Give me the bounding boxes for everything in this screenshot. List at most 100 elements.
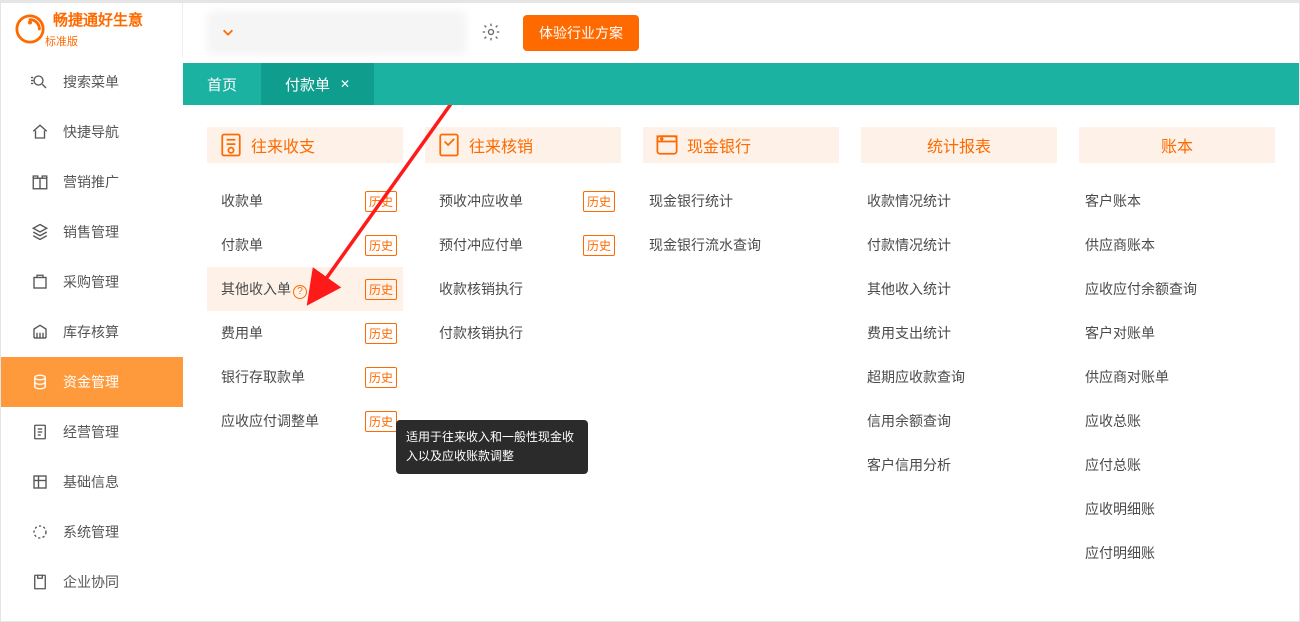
menu-item[interactable]: 供应商对账单 [1079,355,1275,399]
sidebar-item-5[interactable]: 库存核算 [1,307,183,357]
menu-item[interactable]: 银行存取款单历史 [207,355,403,399]
menu-item[interactable]: 应收应付余额查询 [1079,267,1275,311]
menu-item[interactable]: 现金银行统计 [643,179,839,223]
menu-item[interactable]: 供应商账本 [1079,223,1275,267]
panel-title: 账本 [1161,133,1193,157]
menu-item-label: 客户对账单 [1085,323,1155,343]
panel-header: 账本 [1079,127,1275,163]
menu-item[interactable]: 客户账本 [1079,179,1275,223]
menu-item[interactable]: 超期应收款查询 [861,355,1057,399]
sidebar-item-3[interactable]: 销售管理 [1,207,183,257]
menu-item-label: 客户账本 [1085,191,1141,211]
menu-item[interactable]: 应收明细账 [1079,487,1275,531]
sidebar-item-label: 营销推广 [63,172,119,192]
menu-item-label: 付款情况统计 [867,235,951,255]
menu-item[interactable]: 费用支出统计 [861,311,1057,355]
sidebar-item-label: 系统管理 [63,522,119,542]
sidebar-item-10[interactable]: 企业协同 [1,557,183,607]
history-button[interactable]: 历史 [365,323,397,344]
panel-header-icon [435,131,463,164]
sidebar-item-label: 企业协同 [63,572,119,592]
panel-col4: 统计报表收款情况统计付款情况统计其他收入统计费用支出统计超期应收款查询信用余额查… [861,127,1057,607]
panel-col5: 账本客户账本供应商账本应收应付余额查询客户对账单供应商对账单应收总账应付总账应收… [1079,127,1275,607]
menu-item[interactable]: 预付冲应付单历史 [425,223,621,267]
menu-item[interactable]: 收款单 历史 [207,179,403,223]
sidebar-item-label: 经营管理 [63,422,119,442]
menu-item[interactable]: 费用单历史 [207,311,403,355]
history-button[interactable]: 历史 [365,235,397,256]
panel-header-icon [217,131,245,164]
menu-item[interactable]: 信用余额查询 [861,399,1057,443]
close-icon[interactable]: ✕ [340,77,350,91]
menu-item[interactable]: 付款核销执行 [425,311,621,355]
menu-item-label: 应收明细账 [1085,499,1155,519]
menu-item-label: 收款核销执行 [439,279,523,299]
panel-title: 往来收支 [251,133,315,157]
menu-item[interactable]: 预收冲应收单 历史 [425,179,621,223]
sidebar-item-label: 快捷导航 [63,122,119,142]
menu-item[interactable]: 其他收入统计 [861,267,1057,311]
panel-title: 往来核销 [469,133,533,157]
industry-plan-button[interactable]: 体验行业方案 [523,15,639,51]
sidebar-item-label: 库存核算 [63,322,119,342]
panel-header-icon [653,131,681,164]
sidebar-item-6[interactable]: 资金管理 [1,357,183,407]
menu-item[interactable]: 收款情况统计 [861,179,1057,223]
menu-item-label: 供应商账本 [1085,235,1155,255]
tab-label: 首页 [207,74,237,95]
brand-title: 畅捷通好生意 [53,9,143,30]
tab-label: 付款单 [285,74,330,95]
tab-0[interactable]: 首页 [183,63,261,105]
sidebar-item-9[interactable]: 系统管理 [1,507,183,557]
sidebar-item-1[interactable]: 快捷导航 [1,107,183,157]
menu-item[interactable]: 付款情况统计 [861,223,1057,267]
sidebar-item-4[interactable]: 采购管理 [1,257,183,307]
panel-header: 往来核销 [425,127,621,163]
sidebar-item-label: 销售管理 [63,222,119,242]
sidebar-item-0[interactable]: 搜索菜单 [1,57,183,107]
menu-item-label: 其他收入单? [221,279,307,299]
menu-item-label: 预收冲应收单 [439,191,523,211]
menu-item-label: 收款单 [221,191,263,211]
menu-item[interactable]: 其他收入单? 历史 [207,267,403,311]
gear-icon[interactable] [481,22,501,45]
menu-item-label: 其他收入统计 [867,279,951,299]
panel-header: 统计报表 [861,127,1057,163]
menu-item[interactable]: 付款单历史 [207,223,403,267]
sidebar-item-label: 搜索菜单 [63,72,119,92]
menu-item[interactable]: 现金银行流水查询 [643,223,839,267]
panel-header: 现金银行 [643,127,839,163]
history-button[interactable]: 历史 [583,235,615,256]
sidebar-item-2[interactable]: 营销推广 [1,157,183,207]
menu-item[interactable]: 应收应付调整单历史 [207,399,403,443]
menu-item-label: 费用支出统计 [867,323,951,343]
menu-item-label: 超期应收款查询 [867,367,965,387]
history-button[interactable]: 历史 [583,191,615,212]
tab-1[interactable]: 付款单 ✕ [261,63,374,105]
menu-item[interactable]: 客户信用分析 [861,443,1057,487]
history-button[interactable]: 历史 [365,367,397,388]
history-button[interactable]: 历史 [365,191,397,212]
history-button[interactable]: 历史 [365,411,397,432]
sidebar-item-8[interactable]: 基础信息 [1,457,183,507]
chevron-down-icon [221,25,235,42]
help-icon[interactable]: ? [293,285,307,299]
menu-item[interactable]: 收款核销执行 [425,267,621,311]
menu-item-label: 付款核销执行 [439,323,523,343]
brand-subtitle: 标准版 [45,33,143,49]
menu-item-label: 收款情况统计 [867,191,951,211]
menu-item[interactable]: 客户对账单 [1079,311,1275,355]
menu-item-label: 客户信用分析 [867,455,951,475]
menu-item-label: 现金银行流水查询 [649,235,761,255]
org-selector[interactable] [207,5,467,61]
menu-item-label: 应收总账 [1085,411,1141,431]
history-button[interactable]: 历史 [365,279,397,300]
panel-col2: 往来核销预收冲应收单历史预付冲应付单历史收款核销执行付款核销执行 [425,127,621,607]
panel-title: 统计报表 [927,133,991,157]
menu-item[interactable]: 应收总账 [1079,399,1275,443]
brand-logo-icon [15,14,45,44]
menu-item[interactable]: 应付明细账 [1079,531,1275,575]
menu-item[interactable]: 应付总账 [1079,443,1275,487]
tab-bar: 首页 付款单 ✕ [183,63,1299,105]
sidebar-item-7[interactable]: 经营管理 [1,407,183,457]
